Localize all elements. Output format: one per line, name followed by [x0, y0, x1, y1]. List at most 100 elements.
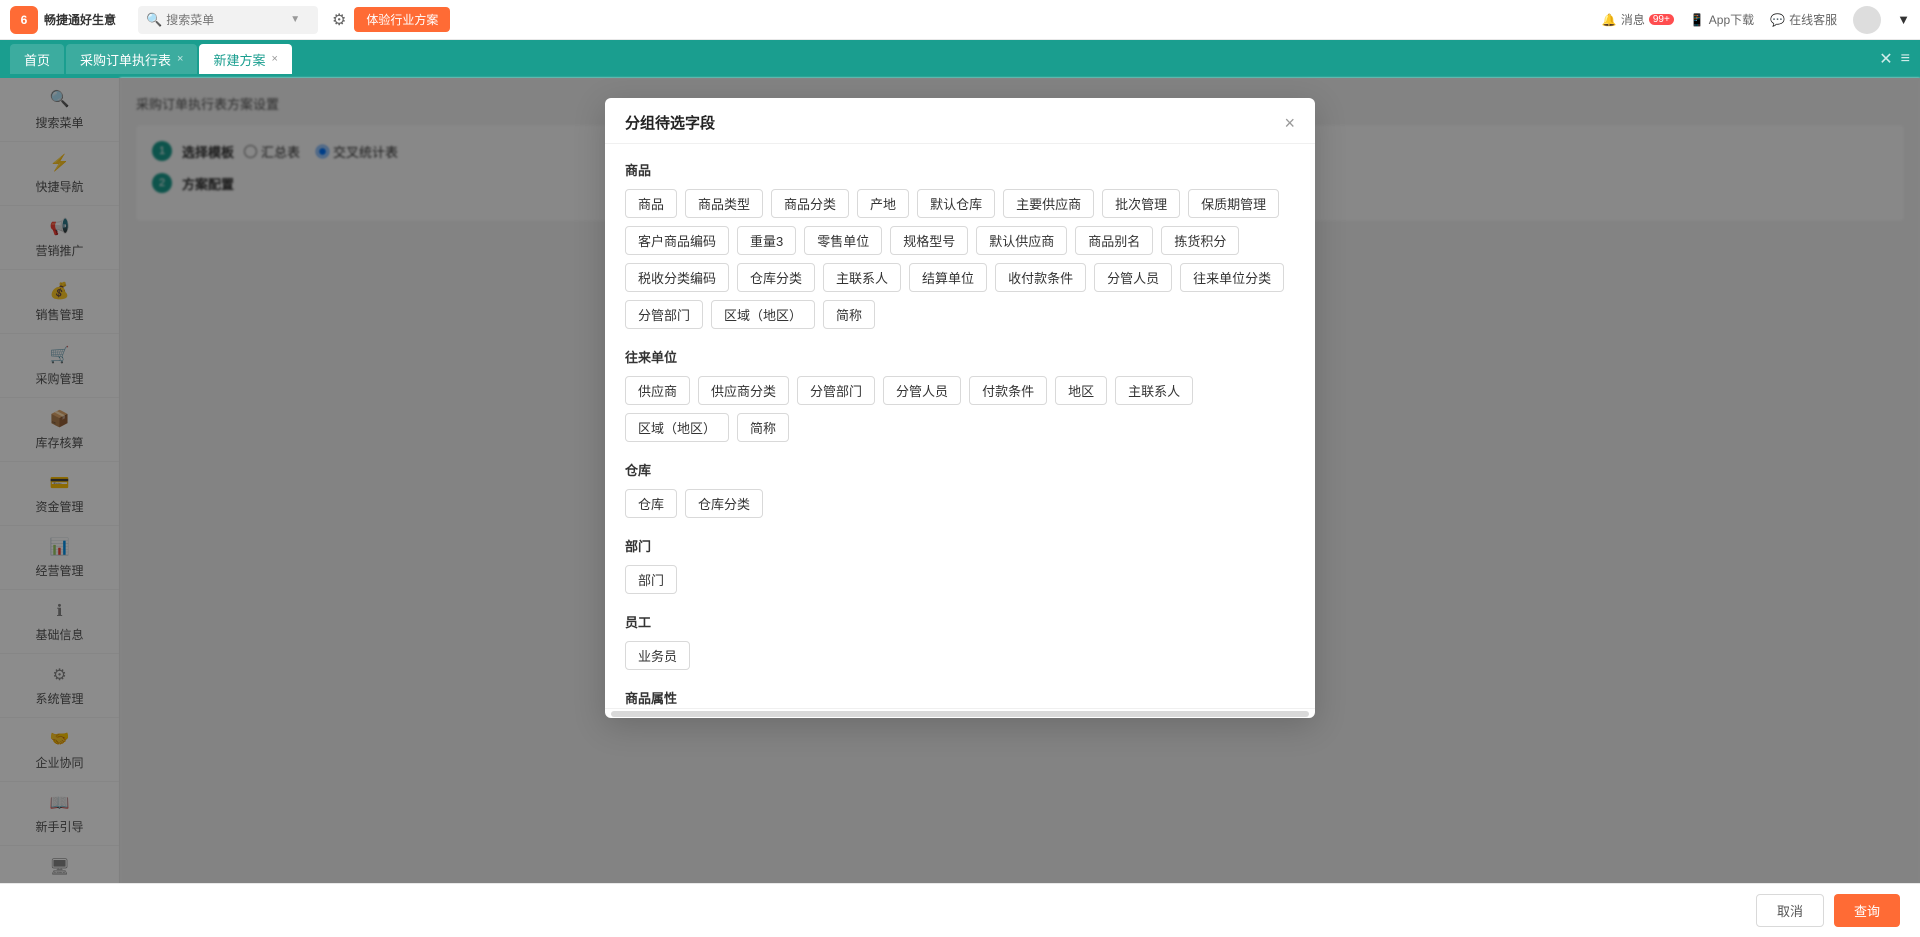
service-icon: 💬	[1770, 13, 1785, 27]
field-tag[interactable]: 保质期管理	[1188, 189, 1279, 218]
section-employee-title: 员工	[625, 612, 1295, 631]
modal-close-button[interactable]: ×	[1284, 114, 1295, 132]
modal-overlay: 分组待选字段 × 商品 商品 商品类型 商品分类 产地 默认仓库 主要供应商 批…	[0, 78, 1920, 937]
section-warehouse-title: 仓库	[625, 460, 1295, 479]
cancel-button[interactable]: 取消	[1756, 894, 1824, 927]
field-tag[interactable]: 商品	[625, 189, 677, 218]
field-tag[interactable]: 部门	[625, 565, 677, 594]
field-tag[interactable]: 地区	[1055, 376, 1107, 405]
field-tag[interactable]: 产地	[857, 189, 909, 218]
settings-icon[interactable]: ⚙	[332, 10, 346, 30]
section-dept-tags: 部门	[625, 565, 1295, 594]
confirm-button[interactable]: 查询	[1834, 894, 1900, 927]
tab-home[interactable]: 首页	[10, 44, 64, 74]
search-bar[interactable]: 🔍 ▼	[138, 6, 318, 34]
logo-area: 6 畅捷通好生意	[10, 6, 130, 34]
field-tag[interactable]: 规格型号	[890, 226, 968, 255]
nav-more-icon[interactable]: ≡	[1901, 50, 1910, 68]
section-product-attr: 商品属性 属性 颜色 多规格 尺码 鞋码 1	[625, 688, 1295, 708]
chevron-down-icon: ▼	[290, 14, 300, 25]
section-employee: 员工 业务员	[625, 612, 1295, 670]
field-tag[interactable]: 分管人员	[1094, 263, 1172, 292]
field-tag[interactable]: 默认仓库	[917, 189, 995, 218]
section-partner-title: 往来单位	[625, 347, 1295, 366]
tab-new-scheme[interactable]: 新建方案 ×	[199, 44, 291, 74]
tab-purchase-order-close[interactable]: ×	[177, 53, 183, 65]
modal-body: 商品 商品 商品类型 商品分类 产地 默认仓库 主要供应商 批次管理 保质期管理…	[605, 144, 1315, 708]
field-tag[interactable]: 往来单位分类	[1180, 263, 1284, 292]
field-tag[interactable]: 分管部门	[797, 376, 875, 405]
section-employee-tags: 业务员	[625, 641, 1295, 670]
search-input[interactable]	[166, 13, 286, 27]
field-tag[interactable]: 供应商分类	[698, 376, 789, 405]
field-tag[interactable]: 区域（地区）	[711, 300, 815, 329]
field-tag[interactable]: 简称	[737, 413, 789, 442]
search-icon: 🔍	[146, 12, 162, 28]
notification-badge: 99+	[1649, 14, 1674, 25]
logo-abbr: 6	[21, 13, 28, 27]
tab-purchase-order-label: 采购订单执行表	[80, 50, 171, 69]
tab-purchase-order[interactable]: 采购订单执行表 ×	[66, 44, 197, 74]
modal-hscroll-thumb	[611, 711, 1309, 717]
top-header: 6 畅捷通好生意 🔍 ▼ ⚙ 体验行业方案 🔔 消息 99+ 📱 App下载 💬…	[0, 0, 1920, 40]
field-tag[interactable]: 收付款条件	[995, 263, 1086, 292]
nav-tabs: 首页 采购订单执行表 × 新建方案 × ✕ ≡	[0, 40, 1920, 78]
modal-field-selector: 分组待选字段 × 商品 商品 商品类型 商品分类 产地 默认仓库 主要供应商 批…	[605, 98, 1315, 718]
field-tag[interactable]: 主联系人	[823, 263, 901, 292]
nav-tabs-right: ✕ ≡	[1879, 49, 1910, 69]
section-product-tags: 商品 商品类型 商品分类 产地 默认仓库 主要供应商 批次管理 保质期管理 客户…	[625, 189, 1295, 329]
download-label: App下载	[1709, 11, 1754, 28]
section-warehouse: 仓库 仓库 仓库分类	[625, 460, 1295, 518]
section-warehouse-tags: 仓库 仓库分类	[625, 489, 1295, 518]
field-tag[interactable]: 客户商品编码	[625, 226, 729, 255]
field-tag[interactable]: 分管部门	[625, 300, 703, 329]
field-tag[interactable]: 默认供应商	[976, 226, 1067, 255]
field-tag[interactable]: 商品别名	[1075, 226, 1153, 255]
modal-header: 分组待选字段 ×	[605, 98, 1315, 144]
field-tag[interactable]: 区域（地区）	[625, 413, 729, 442]
field-tag[interactable]: 结算单位	[909, 263, 987, 292]
experience-button[interactable]: 体验行业方案	[354, 7, 450, 32]
field-tag[interactable]: 仓库分类	[685, 489, 763, 518]
field-tag[interactable]: 主要供应商	[1003, 189, 1094, 218]
notification-area[interactable]: 🔔 消息 99+	[1602, 11, 1674, 28]
field-tag[interactable]: 商品类型	[685, 189, 763, 218]
section-product-attr-title: 商品属性	[625, 688, 1295, 707]
section-product: 商品 商品 商品类型 商品分类 产地 默认仓库 主要供应商 批次管理 保质期管理…	[625, 160, 1295, 329]
field-tag[interactable]: 零售单位	[804, 226, 882, 255]
main-layout: 🔍 搜索菜单 ⚡ 快捷导航 📢 营销推广 💰 销售管理 🛒 采购管理 📦 库存核…	[0, 78, 1920, 937]
notification-icon: 🔔	[1602, 13, 1617, 27]
section-dept-title: 部门	[625, 536, 1295, 555]
online-service-area[interactable]: 💬 在线客服	[1770, 11, 1837, 28]
field-tag[interactable]: 业务员	[625, 641, 690, 670]
nav-close-icon[interactable]: ✕	[1879, 49, 1892, 69]
logo-icon: 6	[10, 6, 38, 34]
field-tag[interactable]: 拣货积分	[1161, 226, 1239, 255]
field-tag[interactable]: 分管人员	[883, 376, 961, 405]
section-product-title: 商品	[625, 160, 1295, 179]
tab-new-scheme-label: 新建方案	[213, 50, 265, 69]
app-download-area[interactable]: 📱 App下载	[1690, 11, 1754, 28]
field-tag[interactable]: 商品分类	[771, 189, 849, 218]
section-partner: 往来单位 供应商 供应商分类 分管部门 分管人员 付款条件 地区 主联系人 区域…	[625, 347, 1295, 442]
field-tag[interactable]: 重量3	[737, 226, 796, 255]
avatar[interactable]	[1853, 6, 1881, 34]
modal-title: 分组待选字段	[625, 112, 715, 133]
logo-text: 畅捷通好生意	[44, 11, 116, 28]
field-tag[interactable]: 仓库	[625, 489, 677, 518]
field-tag[interactable]: 付款条件	[969, 376, 1047, 405]
field-tag[interactable]: 仓库分类	[737, 263, 815, 292]
field-tag[interactable]: 主联系人	[1115, 376, 1193, 405]
service-label: 在线客服	[1789, 11, 1837, 28]
section-partner-tags: 供应商 供应商分类 分管部门 分管人员 付款条件 地区 主联系人 区域（地区） …	[625, 376, 1295, 442]
user-expand-icon[interactable]: ▼	[1897, 12, 1910, 27]
tab-new-scheme-close[interactable]: ×	[271, 53, 277, 65]
tab-home-label: 首页	[24, 50, 50, 69]
header-right: 🔔 消息 99+ 📱 App下载 💬 在线客服 ▼	[1602, 6, 1910, 34]
field-tag[interactable]: 简称	[823, 300, 875, 329]
field-tag[interactable]: 批次管理	[1102, 189, 1180, 218]
field-tag[interactable]: 税收分类编码	[625, 263, 729, 292]
modal-horizontal-scrollbar[interactable]	[605, 708, 1315, 718]
section-dept: 部门 部门	[625, 536, 1295, 594]
field-tag[interactable]: 供应商	[625, 376, 690, 405]
